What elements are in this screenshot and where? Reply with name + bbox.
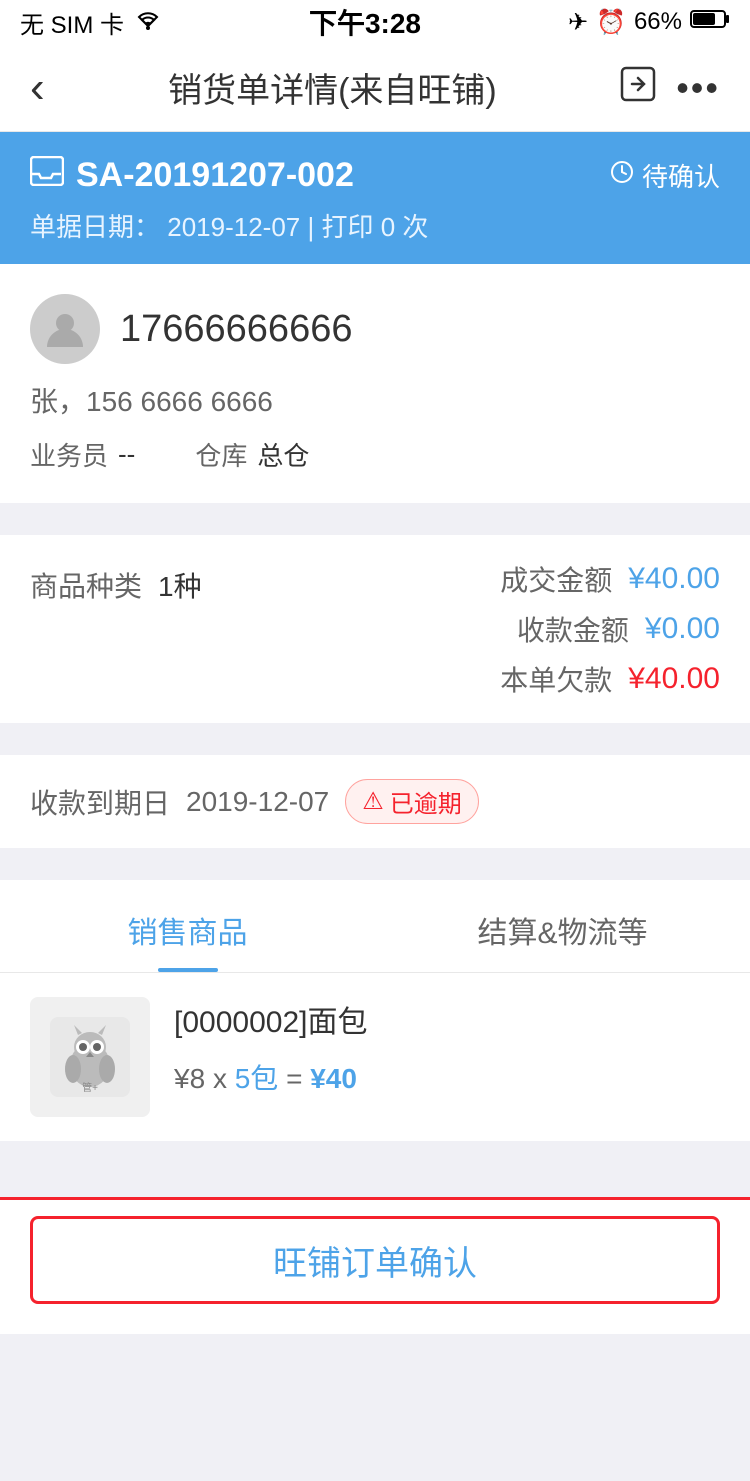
collection-label: 收款金额	[517, 609, 629, 649]
warning-icon: ⚠	[362, 787, 384, 816]
back-button[interactable]: ‹	[30, 63, 45, 113]
status-bar: 无 SIM 卡 下午3:28 ✈ ⏰ 66%	[0, 0, 750, 44]
category-count: 1种	[158, 565, 202, 605]
divider-3	[0, 864, 750, 880]
order-date-info: 单据日期： 2019-12-07 | 打印 0 次	[30, 207, 720, 244]
due-date-label: 收款到期日	[30, 782, 170, 822]
product-total: ¥40	[310, 1063, 357, 1094]
category-label: 商品种类	[30, 565, 142, 605]
warehouse-value: 总仓	[257, 436, 309, 473]
tab-settlement-logistics[interactable]: 结算&物流等	[375, 880, 750, 972]
deal-amount-value: ¥40.00	[628, 562, 720, 596]
tab-section: 销售商品 结算&物流等	[0, 880, 750, 1141]
divider-2	[0, 739, 750, 755]
avatar	[30, 294, 100, 364]
due-date-card: 收款到期日 2019-12-07 ⚠ 已逾期	[0, 755, 750, 848]
customer-name: 张，156 6666 6666	[30, 380, 720, 420]
overdue-text: 已逾期	[390, 784, 462, 819]
deal-amount-label: 成交金额	[500, 559, 612, 599]
summary-card: 商品种类 1种 成交金额 ¥40.00 收款金额 ¥0.00 本单欠款 ¥40.…	[0, 535, 750, 723]
owed-amount-value: ¥40.00	[628, 662, 720, 696]
salesperson-value: --	[118, 439, 135, 470]
wifi-icon	[134, 8, 162, 37]
order-id: SA-20191207-002	[30, 156, 354, 195]
svg-text:管+: 管+	[82, 1081, 98, 1094]
status-right: ✈ ⏰ 66%	[568, 8, 730, 37]
product-name: [0000002]面包	[174, 997, 720, 1041]
more-icon[interactable]: •••	[676, 67, 720, 109]
equals-symbol: =	[286, 1063, 310, 1094]
no-sim-text: 无 SIM 卡	[20, 5, 124, 40]
overdue-badge: ⚠ 已逾期	[345, 779, 479, 824]
customer-card: 17666666666 张，156 6666 6666 业务员 -- 仓库 总仓	[0, 264, 750, 503]
confirm-order-button[interactable]: 旺铺订单确认	[30, 1216, 720, 1304]
product-price: ¥8 x 5包 = ¥40	[174, 1057, 720, 1097]
status-time: 下午3:28	[309, 2, 421, 42]
product-card: 管+ [0000002]面包 ¥8 x 5包 = ¥40	[0, 973, 750, 1141]
product-thumbnail: 管+	[30, 997, 150, 1117]
page-title: 销货单详情(来自旺铺)	[168, 63, 497, 112]
location-icon: ✈	[568, 8, 588, 37]
battery-icon	[690, 8, 730, 36]
share-icon[interactable]	[620, 66, 656, 109]
multiply-symbol: x	[213, 1063, 235, 1094]
order-inbox-icon	[30, 156, 64, 195]
status-left: 无 SIM 卡	[20, 5, 162, 40]
nav-left: ‹	[30, 63, 45, 113]
customer-phone: 17666666666	[120, 308, 352, 351]
tab-sales-products[interactable]: 销售商品	[0, 880, 375, 972]
warehouse-label: 仓库	[195, 436, 247, 473]
nav-right: •••	[620, 66, 720, 109]
unit-price: ¥8	[174, 1063, 205, 1094]
nav-bar: ‹ 销货单详情(来自旺铺) •••	[0, 44, 750, 132]
order-status: 待确认	[610, 157, 720, 194]
salesperson-label: 业务员	[30, 436, 108, 473]
battery-text: 66%	[634, 8, 682, 36]
product-info: [0000002]面包 ¥8 x 5包 = ¥40	[174, 997, 720, 1097]
quantity: 5包	[235, 1063, 279, 1094]
divider-1	[0, 519, 750, 535]
customer-meta: 业务员 -- 仓库 总仓	[30, 436, 720, 473]
clock-icon	[610, 160, 634, 191]
alarm-icon: ⏰	[596, 8, 626, 37]
collection-amount-value: ¥0.00	[645, 612, 720, 646]
tabs: 销售商品 结算&物流等	[0, 880, 750, 973]
summary-right: 成交金额 ¥40.00 收款金额 ¥0.00 本单欠款 ¥40.00	[500, 559, 720, 699]
due-date-value: 2019-12-07	[186, 786, 329, 818]
order-header-card: SA-20191207-002 待确认 单据日期： 2019-12-07 | 打…	[0, 132, 750, 264]
owed-label: 本单欠款	[500, 659, 612, 699]
bottom-area: 旺铺订单确认	[0, 1197, 750, 1334]
